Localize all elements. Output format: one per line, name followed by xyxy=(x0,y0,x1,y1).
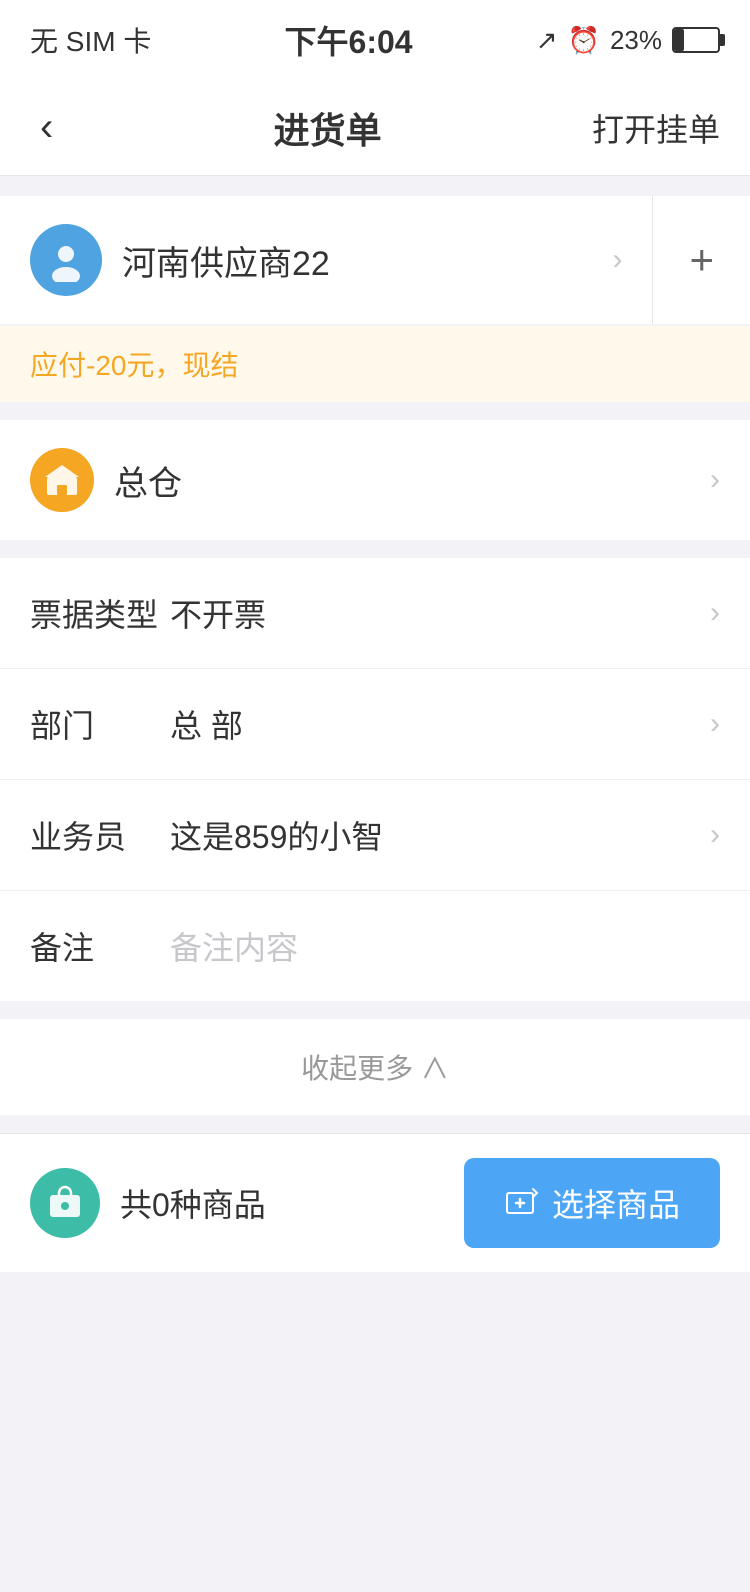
status-carrier: 无 SIM 卡 xyxy=(30,20,161,60)
warehouse-icon xyxy=(30,448,94,512)
supplier-section: 河南供应商22 › + xyxy=(0,196,750,324)
warehouse-name: 总仓 xyxy=(114,456,700,505)
open-pending-button[interactable]: 打开挂单 xyxy=(592,105,720,151)
salesperson-value: 这是859的小智 xyxy=(170,812,700,858)
bottom-bar: 共0种商品 选择商品 xyxy=(0,1133,750,1272)
back-button[interactable]: ‹ xyxy=(30,95,63,160)
select-product-button[interactable]: 选择商品 xyxy=(464,1158,720,1248)
select-product-label: 选择商品 xyxy=(552,1180,680,1226)
status-time: 下午6:04 xyxy=(285,17,413,63)
notice-bar: 应付-20元，现结 xyxy=(0,326,750,402)
product-count: 共0种商品 xyxy=(120,1180,464,1226)
product-icon xyxy=(30,1168,100,1238)
form-section: 票据类型 不开票 › 部门 总 部 › 业务员 这是859的小智 › 备注 备注… xyxy=(0,558,750,1001)
supplier-name: 河南供应商22 xyxy=(122,236,602,285)
department-value: 总 部 xyxy=(170,701,700,747)
carrier-text: 无 SIM 卡 xyxy=(30,20,151,60)
gray-area xyxy=(0,1292,750,1592)
add-supplier-button[interactable]: + xyxy=(653,208,750,312)
salesperson-row[interactable]: 业务员 这是859的小智 › xyxy=(0,780,750,891)
invoice-type-row[interactable]: 票据类型 不开票 › xyxy=(0,558,750,669)
battery-icon xyxy=(672,27,720,53)
chevron-right-icon: › xyxy=(710,818,720,852)
chevron-right-icon: › xyxy=(710,596,720,630)
collapse-bar[interactable]: 收起更多 ∧ xyxy=(0,1019,750,1115)
alarm-icon: ⏰ xyxy=(568,25,600,56)
department-row[interactable]: 部门 总 部 › xyxy=(0,669,750,780)
remark-input[interactable]: 备注内容 xyxy=(170,923,720,969)
status-right: ↗ ⏰ 23% xyxy=(536,25,720,56)
chevron-right-icon: › xyxy=(710,463,720,497)
chevron-right-icon: › xyxy=(612,243,622,277)
remark-label: 备注 xyxy=(30,923,170,969)
department-label: 部门 xyxy=(30,701,170,747)
location-icon: ↗ xyxy=(536,25,558,56)
content-area: 河南供应商22 › + 应付-20元，现结 总仓 › 票据类型 不开票 › 部门… xyxy=(0,176,750,1292)
invoice-type-value: 不开票 xyxy=(170,590,700,636)
warehouse-section[interactable]: 总仓 › xyxy=(0,420,750,540)
status-bar: 无 SIM 卡 下午6:04 ↗ ⏰ 23% xyxy=(0,0,750,80)
supplier-avatar xyxy=(30,224,102,296)
page-title: 进货单 xyxy=(274,102,382,154)
chevron-right-icon: › xyxy=(710,707,720,741)
nav-bar: ‹ 进货单 打开挂单 xyxy=(0,80,750,176)
supplier-selector[interactable]: 河南供应商22 › xyxy=(0,196,653,324)
remark-row[interactable]: 备注 备注内容 xyxy=(0,891,750,1001)
salesperson-label: 业务员 xyxy=(30,812,170,858)
battery-percent: 23% xyxy=(610,25,662,56)
invoice-type-label: 票据类型 xyxy=(30,590,170,636)
notice-text: 应付-20元，现结 xyxy=(30,350,238,381)
